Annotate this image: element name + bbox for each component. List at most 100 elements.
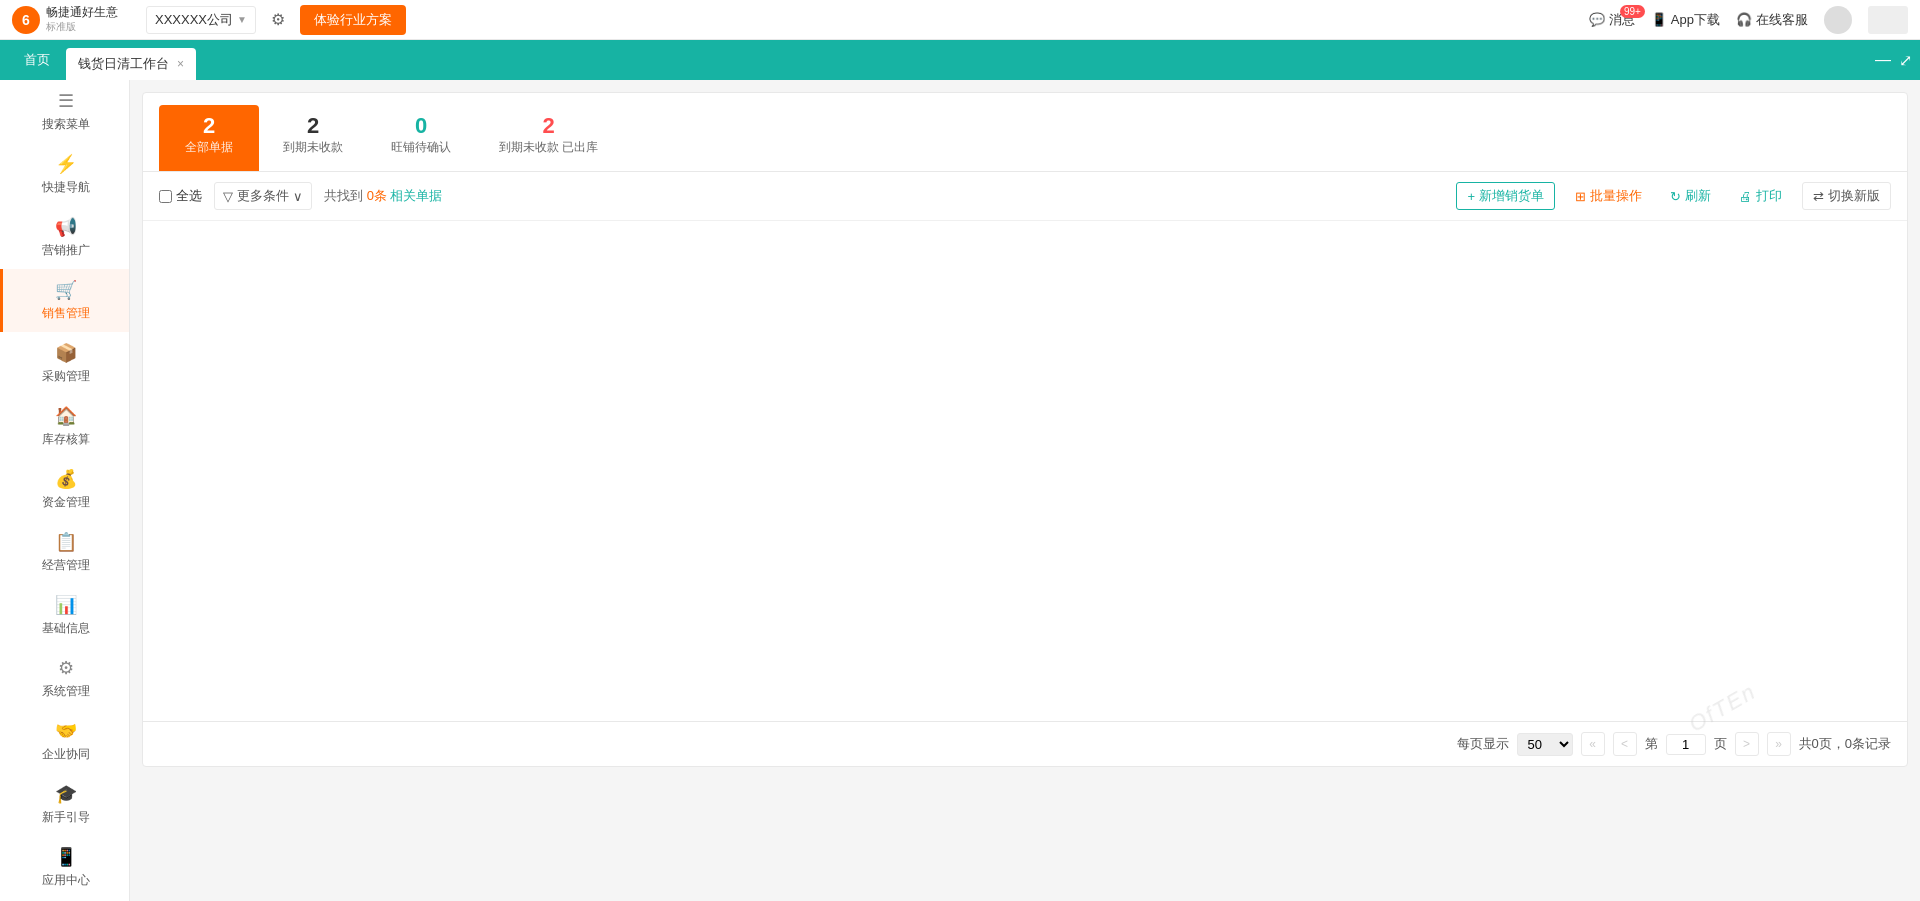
first-page-button[interactable]: « bbox=[1581, 732, 1605, 756]
sidebar-item-quicknav[interactable]: ⚡ 快捷导航 bbox=[0, 143, 129, 206]
sidebar-item-purchase[interactable]: 📦 采购管理 bbox=[0, 332, 129, 395]
select-all-checkbox[interactable]: 全选 bbox=[159, 187, 202, 205]
refresh-label: 刷新 bbox=[1685, 187, 1711, 205]
window-minimize-button[interactable]: — bbox=[1875, 51, 1891, 69]
sidebar-item-marketing[interactable]: 📢 营销推广 bbox=[0, 206, 129, 269]
filter-arrow-icon: ∨ bbox=[293, 189, 303, 204]
trial-button[interactable]: 体验行业方案 bbox=[300, 5, 406, 35]
window-maximize-button[interactable]: ⤢ bbox=[1899, 51, 1912, 70]
next-page-button[interactable]: > bbox=[1735, 732, 1759, 756]
sidebar-label-system: 系统管理 bbox=[42, 683, 90, 700]
company-dropdown-arrow: ▼ bbox=[237, 14, 247, 25]
sidebar-item-guide[interactable]: 🎓 新手引导 bbox=[0, 773, 129, 836]
content-card: 2 全部单据 2 到期未收款 0 旺铺待确认 2 到期未收款 已出库 bbox=[142, 92, 1908, 767]
stat-tab-wangpu[interactable]: 0 旺铺待确认 bbox=[367, 105, 475, 171]
top-bar-left: 6 畅捷通好生意 标准版 XXXXXX公司 ▼ ⚙ 体验行业方案 bbox=[12, 5, 406, 35]
page-size-label: 每页显示 bbox=[1457, 735, 1509, 753]
logo-text-area: 畅捷通好生意 标准版 bbox=[46, 5, 118, 35]
tab-close-button[interactable]: × bbox=[177, 57, 184, 71]
filter-icon: ▽ bbox=[223, 189, 233, 204]
last-page-button[interactable]: » bbox=[1767, 732, 1791, 756]
sidebar-label-guide: 新手引导 bbox=[42, 809, 90, 826]
user-avatar[interactable] bbox=[1824, 6, 1852, 34]
company-selector[interactable]: XXXXXX公司 ▼ bbox=[146, 6, 256, 34]
add-sale-icon: + bbox=[1467, 189, 1475, 204]
stats-tabs: 2 全部单据 2 到期未收款 0 旺铺待确认 2 到期未收款 已出库 bbox=[143, 93, 1907, 172]
guide-icon: 🎓 bbox=[55, 783, 77, 805]
stat-number-overdue: 2 bbox=[307, 113, 319, 139]
app-download-button[interactable]: 📱 App下载 bbox=[1651, 11, 1720, 29]
app-download-icon: 📱 bbox=[1651, 12, 1667, 27]
username-display bbox=[1868, 6, 1908, 34]
tab-qianhuo[interactable]: 钱货日清工作台 × bbox=[66, 48, 196, 80]
sidebar-item-system[interactable]: ⚙ 系统管理 bbox=[0, 647, 129, 710]
page-size-select[interactable]: 50 100 200 bbox=[1517, 733, 1573, 756]
stat-number-shipped: 2 bbox=[543, 113, 555, 139]
app-download-label: App下载 bbox=[1671, 11, 1720, 29]
sidebar-item-appstore[interactable]: 📱 应用中心 bbox=[0, 836, 129, 899]
sidebar-item-operations[interactable]: 📋 经营管理 bbox=[0, 521, 129, 584]
sidebar-item-finance[interactable]: 💰 资金管理 bbox=[0, 458, 129, 521]
enterprise-icon: 🤝 bbox=[55, 720, 77, 742]
stat-number-all: 2 bbox=[203, 113, 215, 139]
found-text: 共找到 0条 相关单据 bbox=[324, 187, 442, 205]
tab-label: 钱货日清工作台 bbox=[78, 55, 169, 73]
online-service-button[interactable]: 🎧 在线客服 bbox=[1736, 11, 1808, 29]
search-menu-icon: ☰ bbox=[58, 90, 74, 112]
switch-label: 切换新版 bbox=[1828, 187, 1880, 205]
filter-label: 更多条件 bbox=[237, 187, 289, 205]
sidebar-item-search[interactable]: ☰ 搜索菜单 bbox=[0, 80, 129, 143]
select-all-label: 全选 bbox=[176, 187, 202, 205]
sidebar-label-appstore: 应用中心 bbox=[42, 872, 90, 889]
page-suffix-label: 页 bbox=[1714, 735, 1727, 753]
settings-button[interactable]: ⚙ bbox=[264, 6, 292, 34]
print-icon: 🖨 bbox=[1739, 189, 1752, 204]
switch-version-button[interactable]: ⇄ 切换新版 bbox=[1802, 182, 1891, 210]
sidebar-item-inventory[interactable]: 🏠 库存核算 bbox=[0, 395, 129, 458]
select-all-input[interactable] bbox=[159, 190, 172, 203]
found-count: 0条 bbox=[367, 188, 387, 203]
appstore-icon: 📱 bbox=[55, 846, 77, 868]
related-link[interactable]: 相关单据 bbox=[390, 188, 442, 203]
sales-icon: 🛒 bbox=[55, 279, 77, 301]
content-area: 2 全部单据 2 到期未收款 0 旺铺待确认 2 到期未收款 已出库 bbox=[130, 80, 1920, 901]
total-records-text: 共0页，0条记录 bbox=[1799, 735, 1891, 753]
operations-icon: 📋 bbox=[55, 531, 77, 553]
prev-page-button[interactable]: < bbox=[1613, 732, 1637, 756]
stat-label-all: 全部单据 bbox=[185, 139, 233, 156]
top-bar: 6 畅捷通好生意 标准版 XXXXXX公司 ▼ ⚙ 体验行业方案 💬 消息 99… bbox=[0, 0, 1920, 40]
sidebar-item-sales[interactable]: 🛒 销售管理 bbox=[0, 269, 129, 332]
stat-tab-overdue[interactable]: 2 到期未收款 bbox=[259, 105, 367, 171]
toolbar-left: 全选 ▽ 更多条件 ∨ 共找到 0条 相关单据 bbox=[159, 182, 1444, 210]
logo-area: 6 畅捷通好生意 标准版 bbox=[12, 5, 118, 35]
batch-operate-button[interactable]: ⊞ 批量操作 bbox=[1567, 183, 1650, 209]
stat-number-wangpu: 0 bbox=[415, 113, 427, 139]
pagination: 每页显示 50 100 200 « < 第 页 > » 共0页，0条记录 bbox=[143, 721, 1907, 766]
sidebar-label-base: 基础信息 bbox=[42, 620, 90, 637]
sidebar-label-quicknav: 快捷导航 bbox=[42, 179, 90, 196]
batch-icon: ⊞ bbox=[1575, 189, 1586, 204]
refresh-button[interactable]: ↻ 刷新 bbox=[1662, 183, 1719, 209]
stat-tab-shipped[interactable]: 2 到期未收款 已出库 bbox=[475, 105, 622, 171]
sidebar-label-enterprise: 企业协同 bbox=[42, 746, 90, 763]
base-info-icon: 📊 bbox=[55, 594, 77, 616]
stat-tab-all[interactable]: 2 全部单据 bbox=[159, 105, 259, 171]
sidebar-label-operations: 经营管理 bbox=[42, 557, 90, 574]
stat-label-shipped: 到期未收款 已出库 bbox=[499, 139, 598, 156]
quick-nav-icon: ⚡ bbox=[55, 153, 77, 175]
add-sale-button[interactable]: + 新增销货单 bbox=[1456, 182, 1555, 210]
table-area bbox=[143, 221, 1907, 721]
message-button[interactable]: 💬 消息 99+ bbox=[1589, 11, 1635, 29]
refresh-icon: ↻ bbox=[1670, 189, 1681, 204]
sidebar-item-base[interactable]: 📊 基础信息 bbox=[0, 584, 129, 647]
online-service-icon: 🎧 bbox=[1736, 12, 1752, 27]
tab-home[interactable]: 首页 bbox=[8, 40, 66, 80]
sidebar-item-enterprise[interactable]: 🤝 企业协同 bbox=[0, 710, 129, 773]
message-badge: 99+ bbox=[1620, 5, 1645, 18]
print-button[interactable]: 🖨 打印 bbox=[1731, 183, 1790, 209]
sidebar-label-purchase: 采购管理 bbox=[42, 368, 90, 385]
add-sale-label: 新增销货单 bbox=[1479, 187, 1544, 205]
sidebar-label-finance: 资金管理 bbox=[42, 494, 90, 511]
filter-button[interactable]: ▽ 更多条件 ∨ bbox=[214, 182, 312, 210]
page-number-input[interactable] bbox=[1666, 734, 1706, 755]
